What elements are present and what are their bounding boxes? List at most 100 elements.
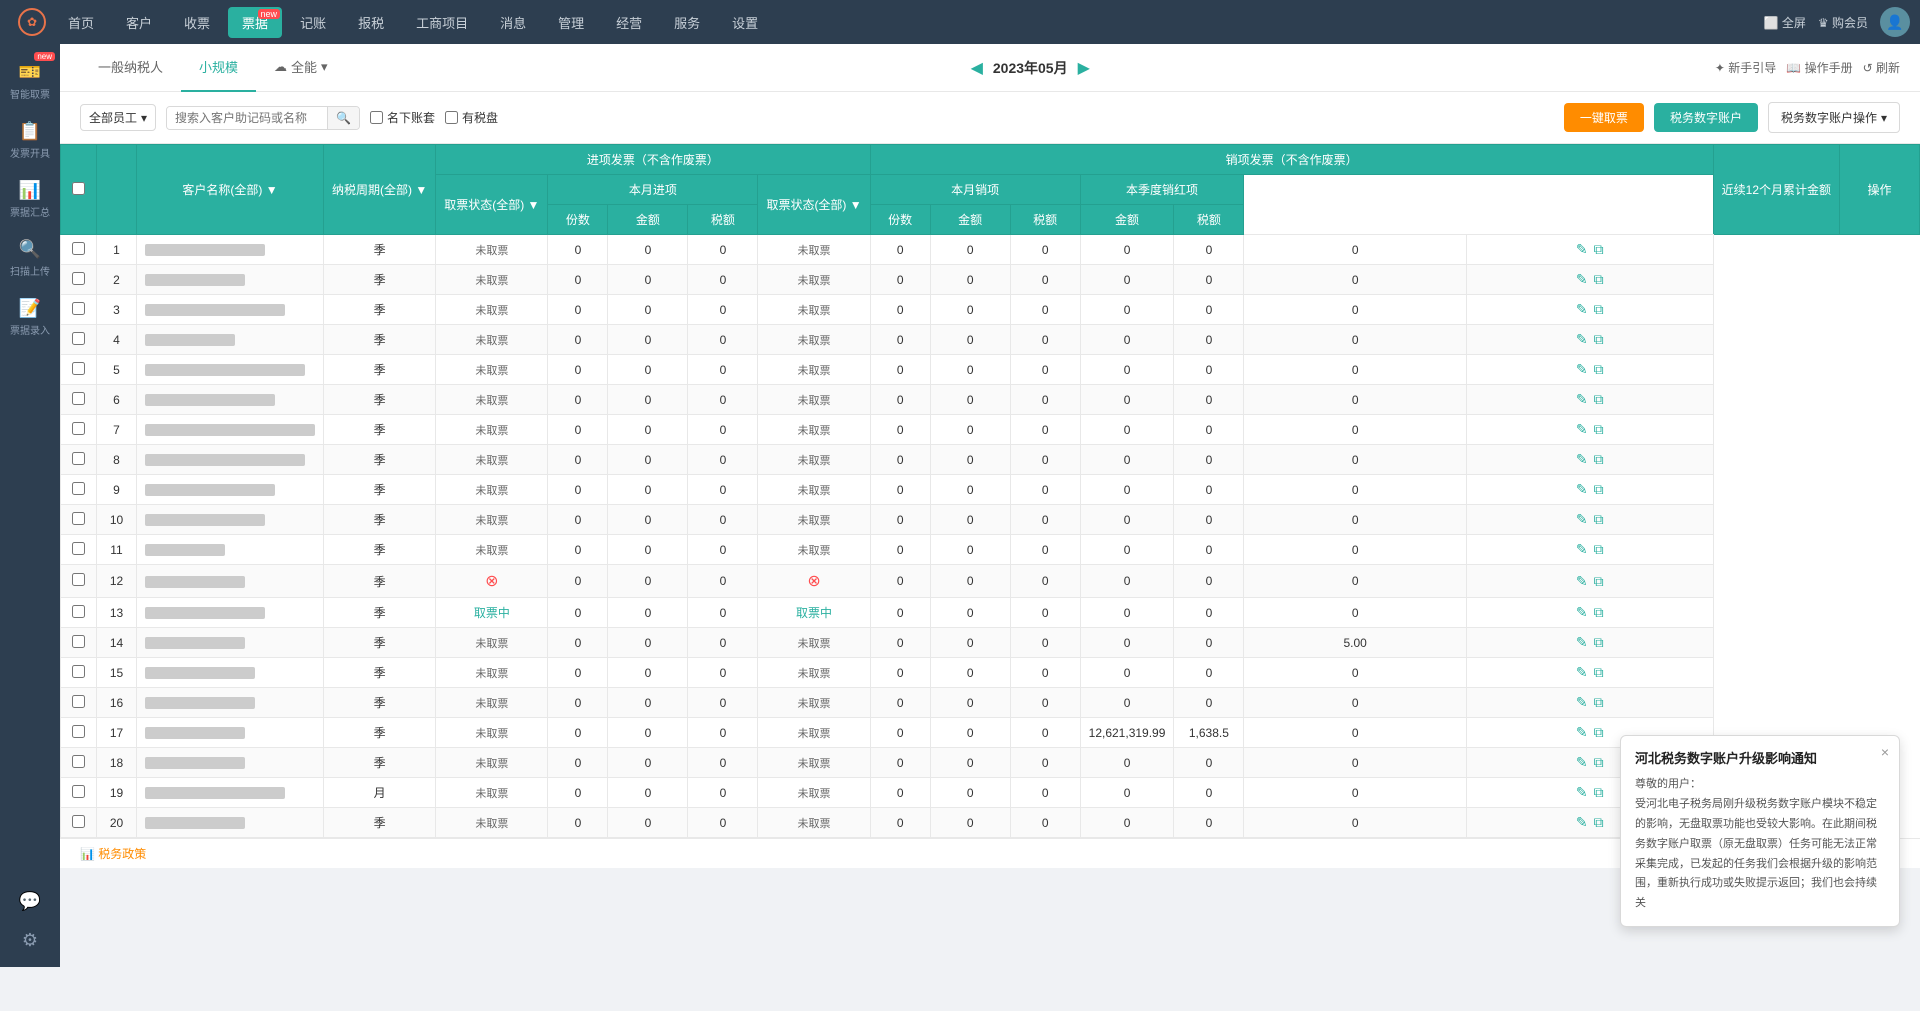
td-checkbox[interactable] [61,565,97,598]
row-checkbox[interactable] [72,755,85,768]
tax-policy-link[interactable]: 📊 税务政策 [80,845,146,862]
tab-small-scale[interactable]: 小规模 [181,43,256,92]
edit-icon[interactable]: ✎ [1576,481,1588,498]
edit-icon[interactable]: ✎ [1576,451,1588,468]
row-checkbox[interactable] [72,785,85,798]
edit-icon[interactable]: ✎ [1576,664,1588,681]
nav-tax[interactable]: 报税 [344,7,398,38]
edit-icon[interactable]: ✎ [1576,361,1588,378]
copy-icon[interactable]: ⧉ [1594,634,1604,651]
copy-icon[interactable]: ⧉ [1594,511,1604,528]
member-btn[interactable]: ♛ 购会员 [1818,14,1868,31]
sidebar-item-entry[interactable]: 📝 票据录入 [3,290,57,345]
edit-icon[interactable]: ✎ [1576,694,1588,711]
row-checkbox[interactable] [72,815,85,828]
period-prev-btn[interactable]: ◀ [971,58,983,78]
td-checkbox[interactable] [61,748,97,778]
nav-manage[interactable]: 管理 [544,7,598,38]
tax-disk-checkbox-label[interactable]: 有税盘 [445,109,498,126]
copy-icon[interactable]: ⧉ [1594,573,1604,590]
nav-business[interactable]: 工商项目 [402,7,482,38]
th-client-name[interactable]: 客户名称(全部) ▼ [137,145,324,235]
th-period-type[interactable]: 纳税周期(全部) ▼ [324,145,436,235]
td-checkbox[interactable] [61,718,97,748]
td-checkbox[interactable] [61,628,97,658]
manual-btn[interactable]: 📖 操作手册 [1786,59,1852,76]
edit-icon[interactable]: ✎ [1576,421,1588,438]
sidebar-item-smart-ticket[interactable]: 🎫 智能取票 new [3,54,57,109]
td-checkbox[interactable] [61,325,97,355]
td-checkbox[interactable] [61,778,97,808]
tab-general-taxpayer[interactable]: 一般纳税人 [80,43,181,92]
copy-icon[interactable]: ⧉ [1594,784,1604,801]
td-checkbox[interactable] [61,415,97,445]
row-checkbox[interactable] [72,422,85,435]
sidebar-bottom-icon2[interactable]: ⚙ [16,924,44,957]
copy-icon[interactable]: ⧉ [1594,724,1604,741]
register-checkbox[interactable] [370,111,383,124]
copy-icon[interactable]: ⧉ [1594,451,1604,468]
row-checkbox[interactable] [72,665,85,678]
copy-icon[interactable]: ⧉ [1594,481,1604,498]
td-checkbox[interactable] [61,688,97,718]
td-checkbox[interactable] [61,535,97,565]
search-input[interactable] [167,107,327,129]
edit-icon[interactable]: ✎ [1576,724,1588,741]
nav-message[interactable]: 消息 [486,7,540,38]
copy-icon[interactable]: ⧉ [1594,271,1604,288]
row-checkbox[interactable] [72,605,85,618]
nav-service[interactable]: 服务 [660,7,714,38]
edit-icon[interactable]: ✎ [1576,784,1588,801]
tax-digital-btn[interactable]: 税务数字账户 [1654,103,1758,132]
search-button[interactable]: 🔍 [327,107,359,129]
nav-operation[interactable]: 经营 [602,7,656,38]
copy-icon[interactable]: ⧉ [1594,814,1604,831]
row-checkbox[interactable] [72,332,85,345]
edit-icon[interactable]: ✎ [1576,814,1588,831]
copy-icon[interactable]: ⧉ [1594,694,1604,711]
notification-close-btn[interactable]: × [1881,744,1889,760]
edit-icon[interactable]: ✎ [1576,301,1588,318]
td-checkbox[interactable] [61,385,97,415]
td-checkbox[interactable] [61,445,97,475]
edit-icon[interactable]: ✎ [1576,634,1588,651]
fullscreen-btn[interactable]: ⬜ 全屏 [1764,14,1806,31]
td-checkbox[interactable] [61,808,97,838]
row-checkbox[interactable] [72,392,85,405]
user-avatar[interactable]: 👤 [1880,7,1910,37]
th-incoming-status[interactable]: 取票状态(全部) ▼ [436,175,548,235]
select-all-checkbox[interactable] [72,182,85,195]
sidebar-item-invoice-open[interactable]: 📋 发票开具 [3,113,57,168]
edit-icon[interactable]: ✎ [1576,511,1588,528]
one-click-ticket-btn[interactable]: 一键取票 [1564,103,1644,132]
row-checkbox[interactable] [72,302,85,315]
row-checkbox[interactable] [72,725,85,738]
edit-icon[interactable]: ✎ [1576,604,1588,621]
nav-receive[interactable]: 收票 [170,7,224,38]
copy-icon[interactable]: ⧉ [1594,541,1604,558]
row-checkbox[interactable] [72,272,85,285]
edit-icon[interactable]: ✎ [1576,241,1588,258]
sidebar-item-scan[interactable]: 🔍 扫描上传 [3,231,57,286]
th-outgoing-status[interactable]: 取票状态(全部) ▼ [758,175,870,235]
tax-disk-checkbox[interactable] [445,111,458,124]
row-checkbox[interactable] [72,362,85,375]
td-checkbox[interactable] [61,235,97,265]
edit-icon[interactable]: ✎ [1576,331,1588,348]
copy-icon[interactable]: ⧉ [1594,664,1604,681]
row-checkbox[interactable] [72,242,85,255]
td-checkbox[interactable] [61,475,97,505]
tab-all[interactable]: ☁ 全能 ▾ [256,43,346,92]
row-checkbox[interactable] [72,452,85,465]
copy-icon[interactable]: ⧉ [1594,361,1604,378]
register-checkbox-label[interactable]: 名下账套 [370,109,435,126]
td-checkbox[interactable] [61,658,97,688]
edit-icon[interactable]: ✎ [1576,271,1588,288]
row-checkbox[interactable] [72,542,85,555]
nav-home[interactable]: 首页 [54,7,108,38]
edit-icon[interactable]: ✎ [1576,754,1588,771]
row-checkbox[interactable] [72,512,85,525]
nav-invoice[interactable]: 票据 new [228,7,282,38]
sidebar-item-summary[interactable]: 📊 票据汇总 [3,172,57,227]
row-checkbox[interactable] [72,482,85,495]
